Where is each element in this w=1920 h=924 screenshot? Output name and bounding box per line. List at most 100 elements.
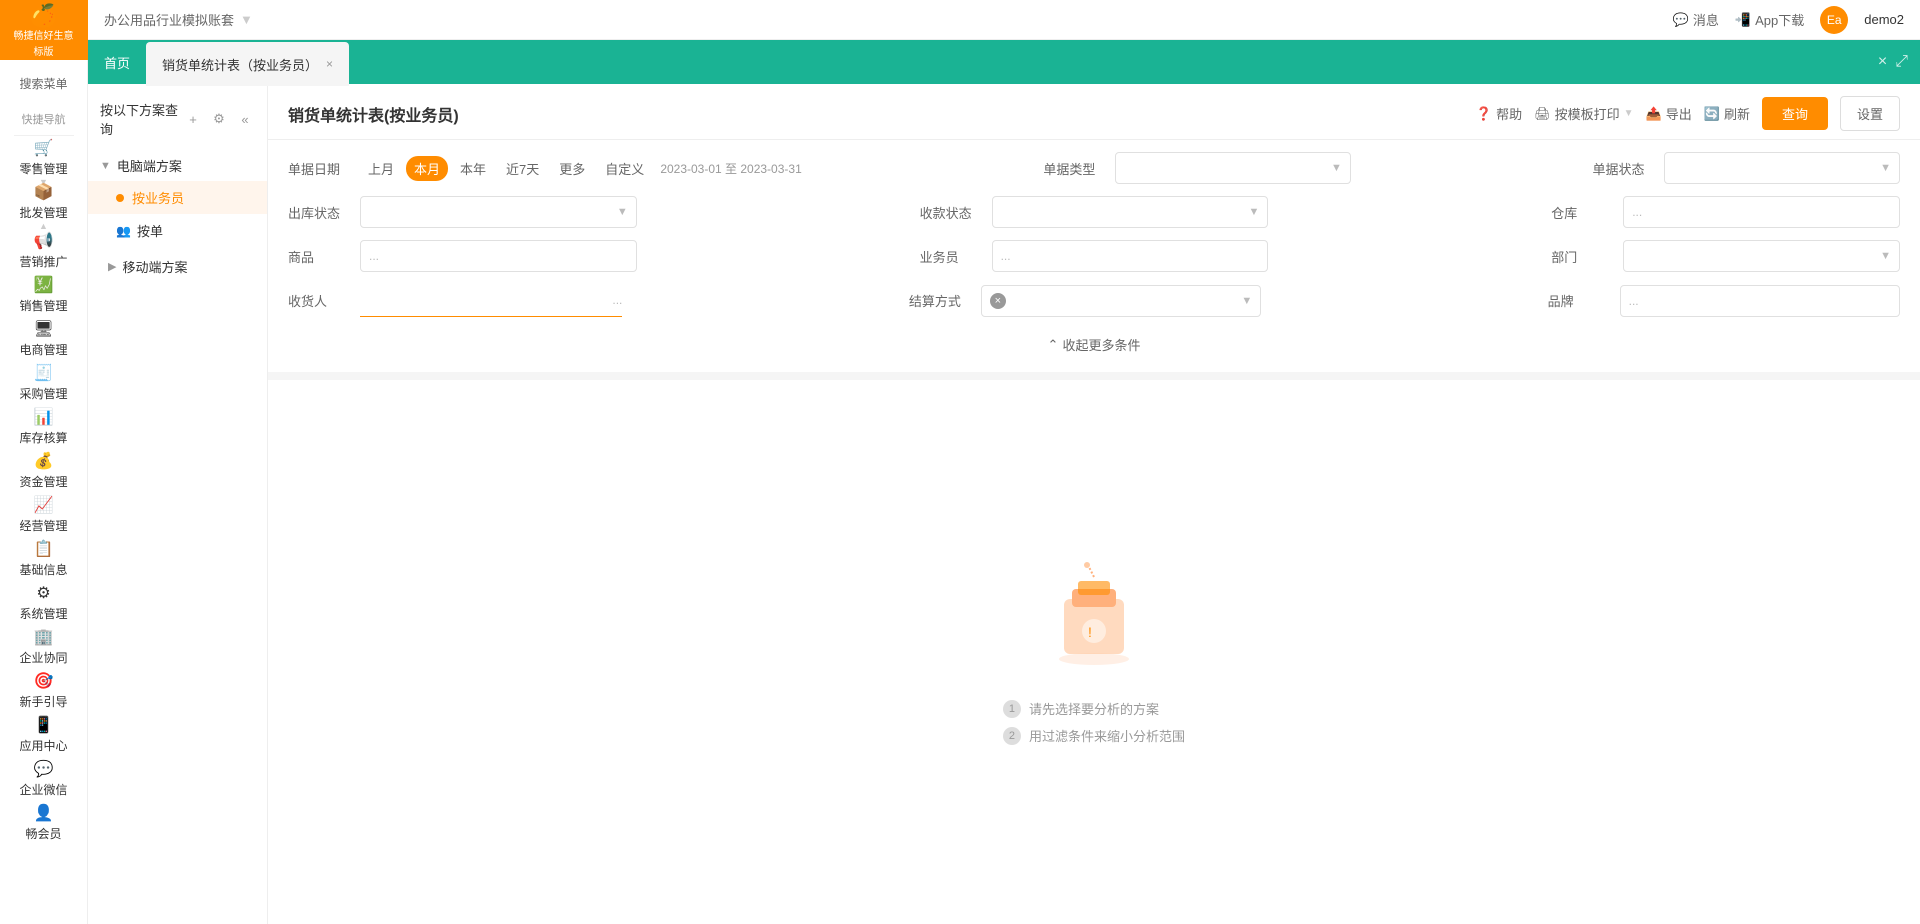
export-button[interactable]: 📤 导出 [1646,104,1692,123]
content-area: 按以下方案查询 + ⚙ « ▼ 电脑端方案 按业务员 👥 按单 [88,84,1920,924]
sidebar-item-marketing[interactable]: 📢 营销推广 [0,228,88,272]
expand-window-icon[interactable]: ⤢ [1895,53,1908,71]
breadcrumb: 办公用品行业模拟账套 ▼ [104,10,1673,29]
settings-scheme-button[interactable]: ⚙ [209,109,229,129]
date-tag-last-7-days[interactable]: 近7天 [498,156,547,181]
sidebar-item-label-purchase: 采购管理 [19,385,67,402]
sidebar-item-appstore[interactable]: 📱 应用中心 [0,712,88,756]
app-download-label: App下载 [1755,10,1804,29]
consignee-input-group: ... [360,284,622,317]
consignee-more: ... [612,293,622,307]
receipt-status-select[interactable]: ▼ [992,196,1269,228]
app-download-button[interactable]: 📲 App下载 [1735,10,1804,29]
appstore-icon: 📱 [34,715,54,735]
warehouse-select[interactable]: ... [1623,196,1900,228]
sidebar-item-wechat[interactable]: 💬 企业微信 [0,756,88,800]
empty-state: ! 1 请先选择要分析的方案 2 用过滤条件来缩小分析范围 [268,380,1920,924]
doc-status-label: 单据状态 [1592,159,1652,178]
scheme-by-order[interactable]: 👥 按单 [88,214,267,247]
date-options-group: 上月 本月 本年 近7天 更多 自定义 2023-03-01 至 2023-03… [360,156,802,181]
help-button[interactable]: ❓ 帮助 [1476,104,1522,123]
sidebar-item-retail[interactable]: 🛒 零售管理 ▼ [0,140,88,184]
goods-select[interactable]: ... [360,240,637,272]
sidebar-item-sales[interactable]: 💹 销售管理 [0,272,88,316]
step-1-text: 请先选择要分析的方案 [1029,699,1159,718]
date-range-text: 2023-03-01 至 2023-03-31 [660,160,801,177]
sidebar-item-operation[interactable]: 📈 经营管理 [0,492,88,536]
right-panel: 销货单统计表(按业务员) ❓ 帮助 🖨 按模板打印 ▼ 📤 导出 [268,84,1920,924]
search-menu-button[interactable]: 搜索菜单 [0,70,87,97]
add-scheme-button[interactable]: + [183,109,203,129]
brand-more: ... [1629,294,1639,308]
settle-method-clear[interactable]: × [990,293,1006,309]
date-tag-custom[interactable]: 自定义 [597,156,652,181]
date-tag-this-year[interactable]: 本年 [452,156,494,181]
empty-step-2: 2 用过滤条件来缩小分析范围 [1003,726,1185,745]
refresh-button[interactable]: 🔄 刷新 [1704,104,1750,123]
sidebar-item-system[interactable]: ⚙ 系统管理 [0,580,88,624]
consignee-input[interactable] [360,284,612,316]
page-actions: ❓ 帮助 🖨 按模板打印 ▼ 📤 导出 🔄 刷新 [1476,96,1900,131]
brand-select[interactable]: ... [1620,285,1900,317]
date-tag-this-month[interactable]: 本月 [406,156,448,181]
doc-status-select[interactable]: ▼ [1664,152,1900,184]
system-icon: ⚙ [36,583,50,603]
username-label[interactable]: demo2 [1864,12,1904,27]
tab-sales-report[interactable]: 销货单统计表（按业务员） × [146,42,349,86]
sidebar-item-purchase[interactable]: 🧾 采购管理 [0,360,88,404]
sidebar-item-basic[interactable]: 📋 基础信息 [0,536,88,580]
desktop-scheme-label: 电脑端方案 [117,156,182,175]
print-button[interactable]: 🖨 按模板打印 ▼ [1534,104,1633,123]
receipt-status-arrow-icon: ▼ [1249,206,1260,218]
doc-status-arrow-icon: ▼ [1880,162,1891,174]
desktop-scheme-header[interactable]: ▼ 电脑端方案 [88,150,267,181]
sidebar-item-inventory[interactable]: 📊 库存核算 [0,404,88,448]
collapse-row: ⌃ 收起更多条件 [288,329,1900,360]
sidebar-item-finance[interactable]: 💰 资金管理 [0,448,88,492]
receipt-status-label: 收款状态 [920,203,980,222]
topbar: 办公用品行业模拟账套 ▼ 💬 消息 📲 App下载 Ea demo2 [88,0,1920,40]
logo-icon: 🍊 [30,3,57,29]
settings-button[interactable]: 设置 [1840,96,1900,131]
tab-home-label: 首页 [104,53,130,72]
sidebar-item-wholesale[interactable]: 📦 批发管理 ▲ [0,184,88,228]
left-panel-title: 按以下方案查询 [100,100,183,138]
doc-type-arrow-icon: ▼ [1331,162,1342,174]
tab-close-icon[interactable]: × [326,57,333,71]
avatar[interactable]: Ea [1820,6,1848,34]
main-area: 办公用品行业模拟账套 ▼ 💬 消息 📲 App下载 Ea demo2 首页 销货… [88,0,1920,924]
scheme-by-salesperson-label: 按业务员 [132,188,184,207]
filter-row-1: 单据日期 上月 本月 本年 近7天 更多 自定义 2023-03-01 至 20… [288,152,1900,184]
export-label: 导出 [1666,104,1692,123]
scheme-by-salesperson[interactable]: 按业务员 [88,181,267,214]
salesperson-select[interactable]: ... [992,240,1269,272]
doc-type-select[interactable]: ▼ [1115,152,1351,184]
tab-sales-report-label: 销货单统计表（按业务员） [162,55,318,74]
close-window-icon[interactable]: × [1878,53,1887,71]
sidebar-logo[interactable]: 🍊 畅捷信好生意 标版 [0,0,88,60]
date-tag-more[interactable]: 更多 [551,156,593,181]
message-button[interactable]: 💬 消息 [1673,10,1719,29]
step-2-num: 2 [1003,727,1021,745]
date-tag-last-month[interactable]: 上月 [360,156,402,181]
sidebar-item-newbie[interactable]: 🎯 新手引导 [0,668,88,712]
enterprise-icon: 🏢 [34,627,54,647]
breadcrumb-text: 办公用品行业模拟账套 [104,10,234,29]
collapse-filters-button[interactable]: ⌃ 收起更多条件 [1028,329,1161,360]
basic-icon: 📋 [34,539,54,559]
department-select[interactable]: ▼ [1623,240,1900,272]
collapse-panel-button[interactable]: « [235,109,255,129]
query-button[interactable]: 查询 [1762,97,1828,130]
department-arrow-icon: ▼ [1880,250,1891,262]
inventory-icon: 📊 [34,407,54,427]
mobile-scheme-section[interactable]: ▶ 移动端方案 [88,251,267,282]
help-icon: ❓ [1476,106,1492,122]
sidebar: 🍊 畅捷信好生意 标版 搜索菜单 快捷导航 🛒 零售管理 ▼ 📦 批发管理 ▲ … [0,0,88,924]
sidebar-item-ecommerce[interactable]: 🖥 电商管理 [0,316,88,360]
settle-method-select[interactable]: × ▼ [981,285,1261,317]
help-label: 帮助 [1496,104,1522,123]
sidebar-item-enterprise[interactable]: 🏢 企业协同 [0,624,88,668]
tab-home[interactable]: 首页 [88,40,146,84]
sidebar-item-member[interactable]: 👤 畅会员 [0,800,88,844]
out-status-select[interactable]: ▼ [360,196,637,228]
